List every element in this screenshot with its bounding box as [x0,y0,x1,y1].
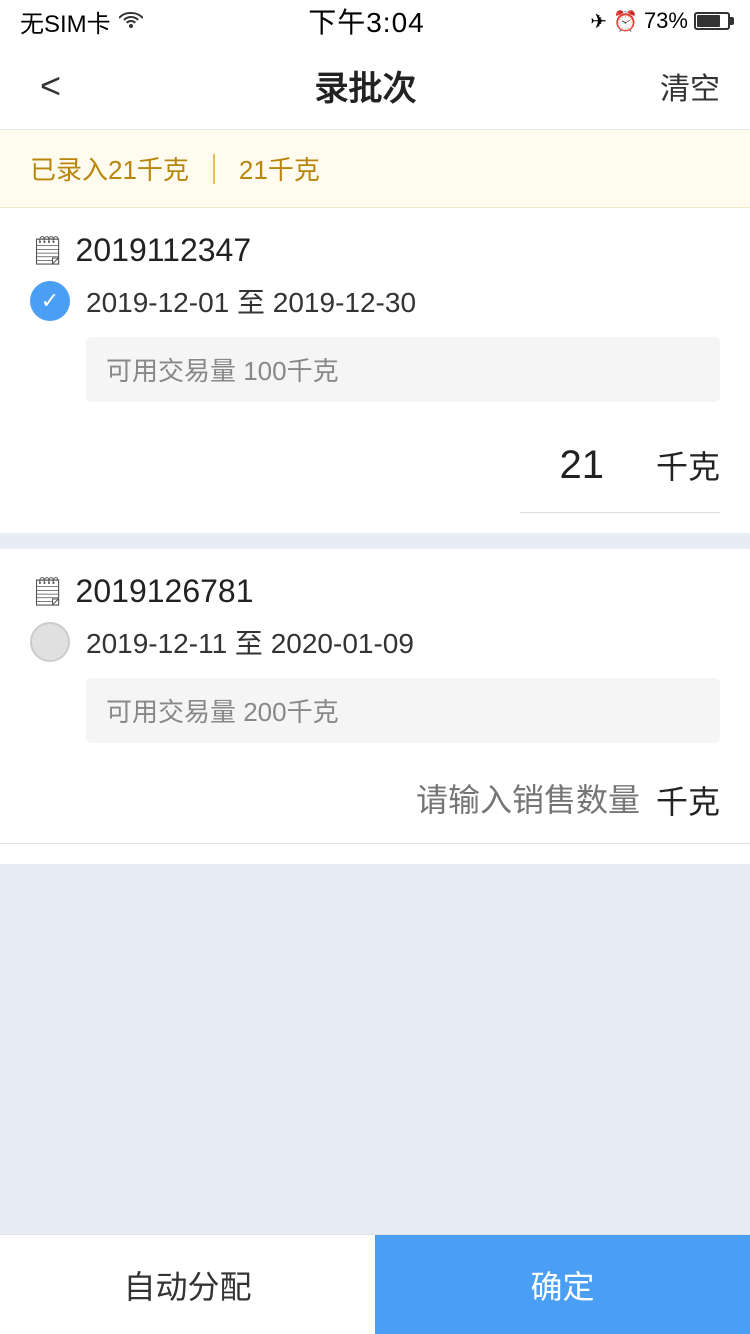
status-time: 下午3:04 [308,1,425,41]
batch-item-1: 🗒 2019112347 ✓ 2019-12-01 至 2019-12-30 可… [0,208,750,533]
batch-quota-2: 可用交易量 200千克 [86,678,720,743]
batch-date-1: 2019-12-01 至 2019-12-30 [86,281,416,321]
auto-distribute-button[interactable]: 自动分配 [0,1235,375,1334]
section-divider [0,533,750,549]
info-label: 已录入21千克 [30,150,189,187]
confirm-label: 确定 [530,1262,594,1308]
location-icon: ✈ [590,9,607,34]
info-banner: 已录入21千克 21千克 [0,130,750,208]
clear-button[interactable]: 清空 [660,64,720,108]
nav-bar: < 录批次 清空 [0,42,750,130]
quantity-unit-1: 千克 [656,442,720,488]
batch-id-1: 2019112347 [76,232,252,269]
batch-item-2: 🗒 2019126781 2019-12-11 至 2020-01-09 可用交… [0,549,750,864]
back-button[interactable]: < [30,55,71,117]
carrier-text: 无SIM卡 [20,4,111,39]
page-title: 录批次 [315,61,417,110]
confirm-button[interactable]: 确定 [375,1235,750,1334]
battery-percent: 73% [644,8,688,34]
empty-area [0,864,750,1294]
batch-doc-icon-2: 🗒 [30,575,66,608]
checkmark-icon-1: ✓ [41,288,59,314]
radio-checked-1[interactable]: ✓ [30,281,70,321]
batch-header-2: 🗒 2019126781 [30,573,720,610]
batch-date-row-1[interactable]: ✓ 2019-12-01 至 2019-12-30 [30,281,720,321]
status-left: 无SIM卡 [20,4,143,39]
bottom-bar: 自动分配 确定 [0,1234,750,1334]
info-divider [213,154,215,184]
status-right: ✈ ⏰ 73% [590,8,730,34]
batch-date-row-2[interactable]: 2019-12-11 至 2020-01-09 [30,622,720,662]
quantity-row-1: 21 千克 [0,426,750,508]
batch-doc-icon-1: 🗒 [30,234,66,267]
batch-header-1: 🗒 2019112347 [30,232,720,269]
quantity-value-1: 21 [559,443,604,488]
batch-quota-1: 可用交易量 100千克 [86,337,720,402]
batch-id-2: 2019126781 [76,573,254,610]
status-bar: 无SIM卡 下午3:04 ✈ ⏰ 73% [0,0,750,42]
radio-unchecked-2[interactable] [30,622,70,662]
quantity-input-row-2: 千克 [0,767,750,844]
quantity-input-2[interactable] [340,782,640,819]
quantity-unit-2: 千克 [656,777,720,823]
wifi-icon [119,7,143,35]
auto-label: 自动分配 [123,1262,251,1308]
info-value: 21千克 [239,150,320,187]
alarm-icon: ⏰ [613,9,638,34]
battery-icon [694,12,730,30]
batch-date-2: 2019-12-11 至 2020-01-09 [86,622,414,662]
